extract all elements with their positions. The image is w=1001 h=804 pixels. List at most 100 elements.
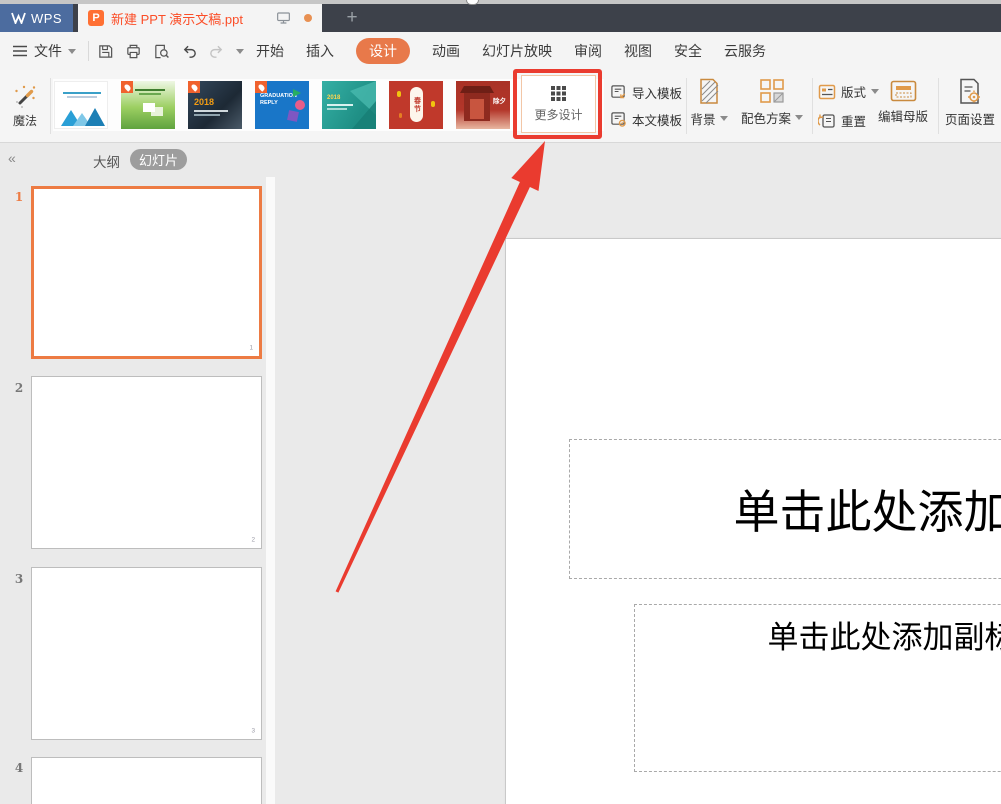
document-tab[interactable]: P 新建 PPT 演示文稿.ppt	[78, 4, 322, 32]
template-green-illustration[interactable]	[121, 81, 175, 129]
divider	[812, 78, 813, 134]
menu-tabs: 开始 插入 设计 动画 幻灯片放映 审阅 视图 安全 云服务	[256, 32, 766, 70]
tab-insert[interactable]: 插入	[306, 41, 334, 61]
background-label: 背景	[690, 109, 715, 128]
menubar: 文件	[0, 32, 1001, 70]
print-button[interactable]	[123, 42, 143, 60]
more-dropdown-icon	[236, 49, 244, 54]
ppt-file-icon: P	[88, 10, 104, 26]
slide-number: 1	[10, 190, 28, 204]
page-setup-button[interactable]: 页面设置	[941, 78, 999, 128]
color-scheme-label: 配色方案	[741, 108, 791, 127]
page-setup-icon	[958, 78, 982, 105]
magic-label: 魔法	[13, 112, 37, 129]
text-template-icon	[610, 111, 627, 127]
tab-home[interactable]: 开始	[256, 41, 284, 61]
flame-badge-icon	[255, 81, 267, 93]
subtitle-placeholder[interactable]: 单击此处添加副标题	[634, 604, 1001, 772]
title-placeholder-text: 单击此处添加标题	[734, 476, 1001, 542]
hamburger-icon	[12, 45, 28, 57]
sidebar-collapse-button[interactable]: «	[8, 150, 16, 166]
layout-icon	[818, 84, 836, 100]
template-label: 2018	[327, 95, 340, 101]
new-tab-button[interactable]: +	[338, 4, 366, 32]
text-template-button[interactable]: 本文模板	[610, 109, 682, 129]
template-new-year-eve[interactable]: 除夕	[456, 81, 510, 129]
reset-button[interactable]: 重置	[818, 111, 866, 130]
tab-security[interactable]: 安全	[674, 41, 702, 61]
save-button[interactable]	[95, 42, 115, 60]
divider	[50, 78, 51, 134]
divider	[88, 41, 89, 61]
tab-slideshow[interactable]: 幻灯片放映	[482, 41, 552, 61]
slide-page-number: 1	[249, 344, 253, 351]
color-scheme-icon	[759, 78, 785, 104]
dropdown-caret-icon	[720, 116, 728, 121]
reset-label: 重置	[841, 111, 866, 130]
undo-button[interactable]	[179, 42, 199, 60]
page-setup-label: 页面设置	[945, 109, 995, 128]
slide-number: 4	[10, 761, 28, 775]
slide-page-number: 2	[251, 536, 255, 543]
slide-thumbnail-2[interactable]: 2	[31, 376, 262, 549]
tab-review[interactable]: 审阅	[574, 41, 602, 61]
wps-w-icon	[11, 12, 26, 24]
tab-view[interactable]: 视图	[624, 41, 652, 61]
import-template-label: 导入模板	[632, 83, 682, 102]
title-placeholder[interactable]: 单击此处添加标题	[569, 439, 1001, 579]
dropdown-caret-icon	[795, 115, 803, 120]
print-preview-icon	[153, 43, 170, 60]
slide-number: 2	[10, 381, 28, 395]
edit-master-button[interactable]: 编辑母版	[874, 80, 932, 125]
template-label: 春节	[412, 97, 422, 113]
file-caret-icon	[68, 49, 76, 54]
file-menu-label: 文件	[34, 41, 62, 61]
template-teal-2018[interactable]: 2018	[322, 81, 376, 129]
template-graduation-reply[interactable]: GRADUATION REPLY	[255, 81, 309, 129]
import-template-button[interactable]: 导入模板	[610, 82, 682, 102]
tab-outline[interactable]: 大纲	[93, 151, 120, 171]
tab-slides[interactable]: 幻灯片	[130, 149, 187, 170]
background-icon	[698, 78, 720, 105]
edit-master-label: 编辑母版	[878, 106, 928, 125]
template-blue-mountains[interactable]	[54, 81, 108, 129]
tab-design[interactable]: 设计	[356, 38, 410, 64]
divider	[938, 78, 939, 134]
slide-thumbnail-1[interactable]: 1	[31, 186, 262, 359]
template-spring-festival[interactable]: 春节	[389, 81, 443, 129]
tab-animation[interactable]: 动画	[432, 41, 460, 61]
slide-thumbnail-4[interactable]: 4	[31, 757, 262, 804]
flame-badge-icon	[188, 81, 200, 93]
flame-badge-icon	[121, 81, 133, 93]
magic-wand-icon	[12, 83, 38, 109]
ribbon: 魔法 2018 GRADUATION	[0, 70, 1001, 143]
edit-master-icon	[890, 80, 917, 102]
template-label: 2018	[194, 97, 214, 107]
import-template-icon	[610, 84, 627, 100]
magic-button[interactable]: 魔法	[2, 75, 48, 137]
print-icon	[125, 43, 142, 60]
mountains-icon	[55, 104, 108, 126]
document-title: 新建 PPT 演示文稿.ppt	[111, 9, 269, 28]
background-button[interactable]: 背景	[686, 78, 732, 128]
wps-logo[interactable]: WPS	[0, 4, 73, 32]
file-menu-button[interactable]: 文件	[12, 32, 76, 70]
template-business-report-2018[interactable]: 2018	[188, 81, 242, 129]
toolbar-more-button[interactable]	[230, 42, 250, 60]
unsaved-dot-icon	[304, 14, 312, 22]
titlebar: WPS P 新建 PPT 演示文稿.ppt +	[0, 4, 1001, 32]
slide-number: 3	[10, 572, 28, 586]
monitor-icon[interactable]	[276, 11, 291, 25]
slide-thumbnail-3[interactable]: 3	[31, 567, 262, 740]
sidebar-scrollbar[interactable]	[266, 177, 275, 804]
layout-button[interactable]: 版式	[818, 82, 879, 101]
slide-page-number: 3	[251, 727, 255, 734]
color-scheme-button[interactable]: 配色方案	[734, 78, 810, 127]
redo-icon	[208, 43, 225, 60]
wps-brand-label: WPS	[31, 11, 62, 26]
gate-icon	[456, 81, 510, 129]
tab-cloud[interactable]: 云服务	[724, 41, 766, 61]
print-preview-button[interactable]	[151, 42, 171, 60]
undo-icon	[181, 43, 198, 60]
redo-button[interactable]	[206, 42, 226, 60]
